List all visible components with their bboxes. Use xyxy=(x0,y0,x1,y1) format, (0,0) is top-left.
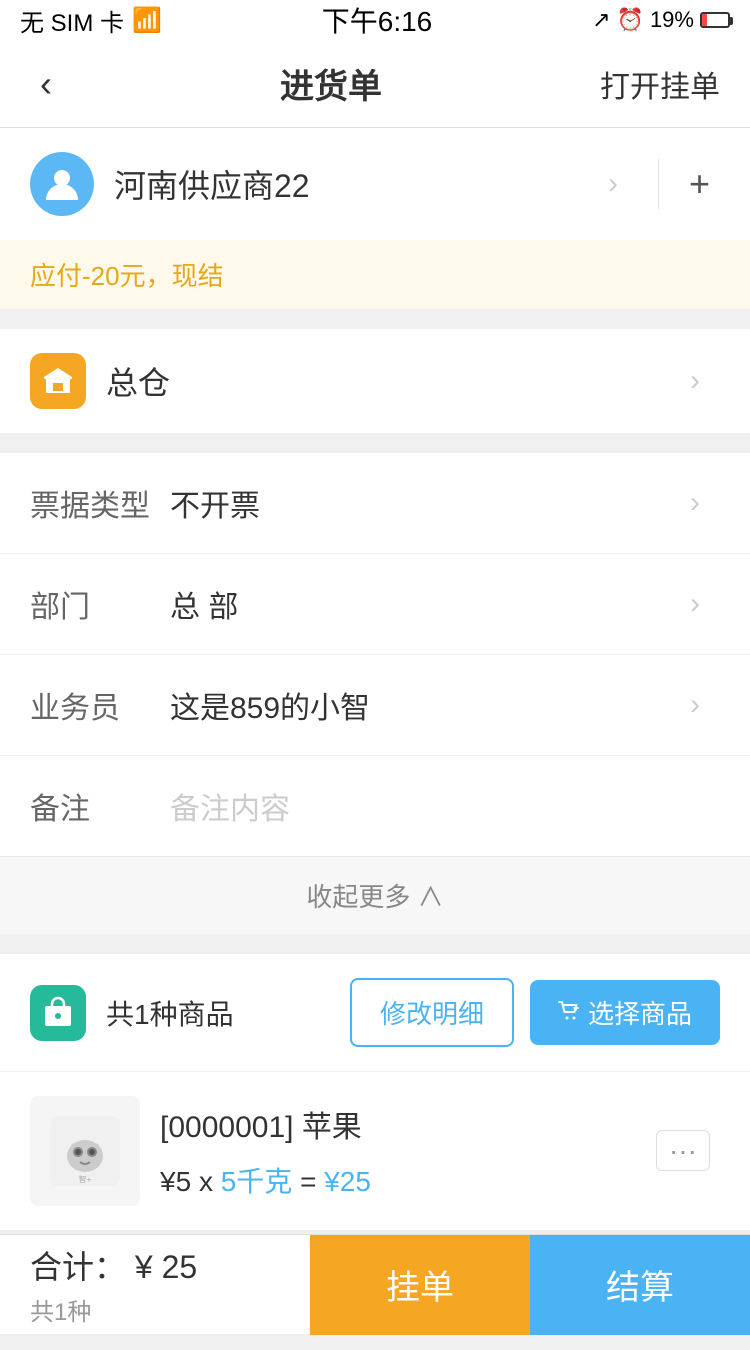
unit-price: ¥5 xyxy=(160,1166,191,1197)
checkout-button[interactable]: 结算 xyxy=(530,1235,750,1335)
alarm-icon: ⏰ xyxy=(617,7,644,33)
products-header: 共1种商品 修改明细 选择商品 xyxy=(0,954,750,1072)
collapse-label: 收起更多 ∧ xyxy=(306,877,443,914)
battery-label: 19% xyxy=(650,7,694,33)
total-amount: 合计： ¥ 25 xyxy=(30,1242,280,1288)
edit-detail-button[interactable]: 修改明细 xyxy=(350,978,514,1047)
status-bar: 无 SIM 卡 📶 下午6:16 ↗ ⏰ 19% xyxy=(0,0,750,40)
warehouse-icon xyxy=(30,353,86,409)
wifi-icon: 📶 xyxy=(132,6,162,35)
status-bar-right: ↗ ⏰ 19% xyxy=(592,7,730,33)
battery-icon xyxy=(700,12,730,28)
staff-value: 这是859的小智 xyxy=(170,683,690,727)
product-more-button[interactable]: ··· xyxy=(646,1125,720,1177)
back-button[interactable]: ‹ xyxy=(30,53,62,115)
open-hang-button[interactable]: 打开挂单 xyxy=(600,62,720,106)
invoice-value: 不开票 xyxy=(170,481,690,525)
products-icon xyxy=(30,985,86,1041)
supplier-name: 河南供应商22 xyxy=(114,161,608,207)
product-name: [0000001] 苹果 xyxy=(160,1102,646,1146)
total-label: 合计： xyxy=(30,1249,126,1285)
supplier-avatar xyxy=(30,152,94,216)
warehouse-row[interactable]: 总仓 › xyxy=(0,329,750,433)
supplier-row[interactable]: 河南供应商22 › + xyxy=(0,128,750,240)
products-count: 共1种商品 xyxy=(106,993,350,1033)
svg-text:智+: 智+ xyxy=(79,1174,92,1184)
equals-sign: = xyxy=(300,1166,316,1197)
page-title: 进货单 xyxy=(280,59,382,108)
status-bar-time: 下午6:16 xyxy=(322,0,433,40)
cart-icon xyxy=(558,997,580,1028)
location-icon: ↗ xyxy=(592,7,610,33)
remark-input[interactable]: 备注内容 xyxy=(170,784,720,828)
select-product-button[interactable]: 选择商品 xyxy=(530,980,720,1045)
warehouse-chevron-icon: › xyxy=(690,364,700,398)
warehouse-label: 总仓 xyxy=(106,358,690,404)
product-total: ¥25 xyxy=(324,1166,371,1197)
nav-bar: ‹ 进货单 打开挂单 xyxy=(0,40,750,128)
product-code: [0000001] xyxy=(160,1111,293,1144)
staff-row[interactable]: 业务员 这是859的小智 › xyxy=(0,655,750,756)
product-info: [0000001] 苹果 ¥5 x 5千克 = ¥25 xyxy=(160,1102,646,1200)
remark-row[interactable]: 备注 备注内容 xyxy=(0,756,750,856)
supplier-section: 河南供应商22 › + 应付-20元，现结 xyxy=(0,128,750,309)
dept-row[interactable]: 部门 总 部 › xyxy=(0,554,750,655)
main-content: 河南供应商22 › + 应付-20元，现结 总仓 › 票据类型 不开票 › xyxy=(0,128,750,1350)
total-count: 共1种 xyxy=(30,1292,280,1327)
add-supplier-button[interactable]: + xyxy=(679,163,720,205)
product-item: 智+ [0000001] 苹果 ¥5 x 5千克 = ¥25 ··· xyxy=(0,1072,750,1230)
form-section: 票据类型 不开票 › 部门 总 部 › 业务员 这是859的小智 › 备注 备注… xyxy=(0,453,750,856)
supplier-alert: 应付-20元，现结 xyxy=(0,240,750,309)
collapse-row[interactable]: 收起更多 ∧ xyxy=(0,856,750,934)
hang-button[interactable]: 挂单 xyxy=(310,1235,530,1335)
invoice-row[interactable]: 票据类型 不开票 › xyxy=(0,453,750,554)
product-qty: 5千克 xyxy=(221,1166,293,1197)
multiply-sign: x xyxy=(199,1166,213,1197)
carrier-label: 无 SIM 卡 xyxy=(20,3,124,38)
warehouse-section: 总仓 › xyxy=(0,329,750,433)
chevron-right-icon: › xyxy=(608,167,618,201)
bottom-total: 合计： ¥ 25 共1种 xyxy=(0,1242,310,1327)
remark-label: 备注 xyxy=(30,784,170,828)
select-product-label: 选择商品 xyxy=(588,994,692,1031)
invoice-chevron-icon: › xyxy=(690,486,700,520)
staff-label: 业务员 xyxy=(30,683,170,727)
product-thumbnail: 智+ xyxy=(30,1096,140,1206)
divider xyxy=(658,159,659,209)
dept-chevron-icon: › xyxy=(690,587,700,621)
products-section: 共1种商品 修改明细 选择商品 xyxy=(0,954,750,1230)
bottom-bar: 合计： ¥ 25 共1种 挂单 结算 xyxy=(0,1234,750,1334)
dept-label: 部门 xyxy=(30,582,170,626)
status-bar-left: 无 SIM 卡 📶 xyxy=(20,3,162,38)
product-price: ¥5 x 5千克 = ¥25 xyxy=(160,1160,646,1200)
dept-value: 总 部 xyxy=(170,582,690,626)
staff-chevron-icon: › xyxy=(690,688,700,722)
product-title: 苹果 xyxy=(302,1111,362,1144)
more-dots-icon: ··· xyxy=(656,1130,710,1171)
total-value: ¥ 25 xyxy=(135,1249,197,1285)
invoice-label: 票据类型 xyxy=(30,481,170,525)
